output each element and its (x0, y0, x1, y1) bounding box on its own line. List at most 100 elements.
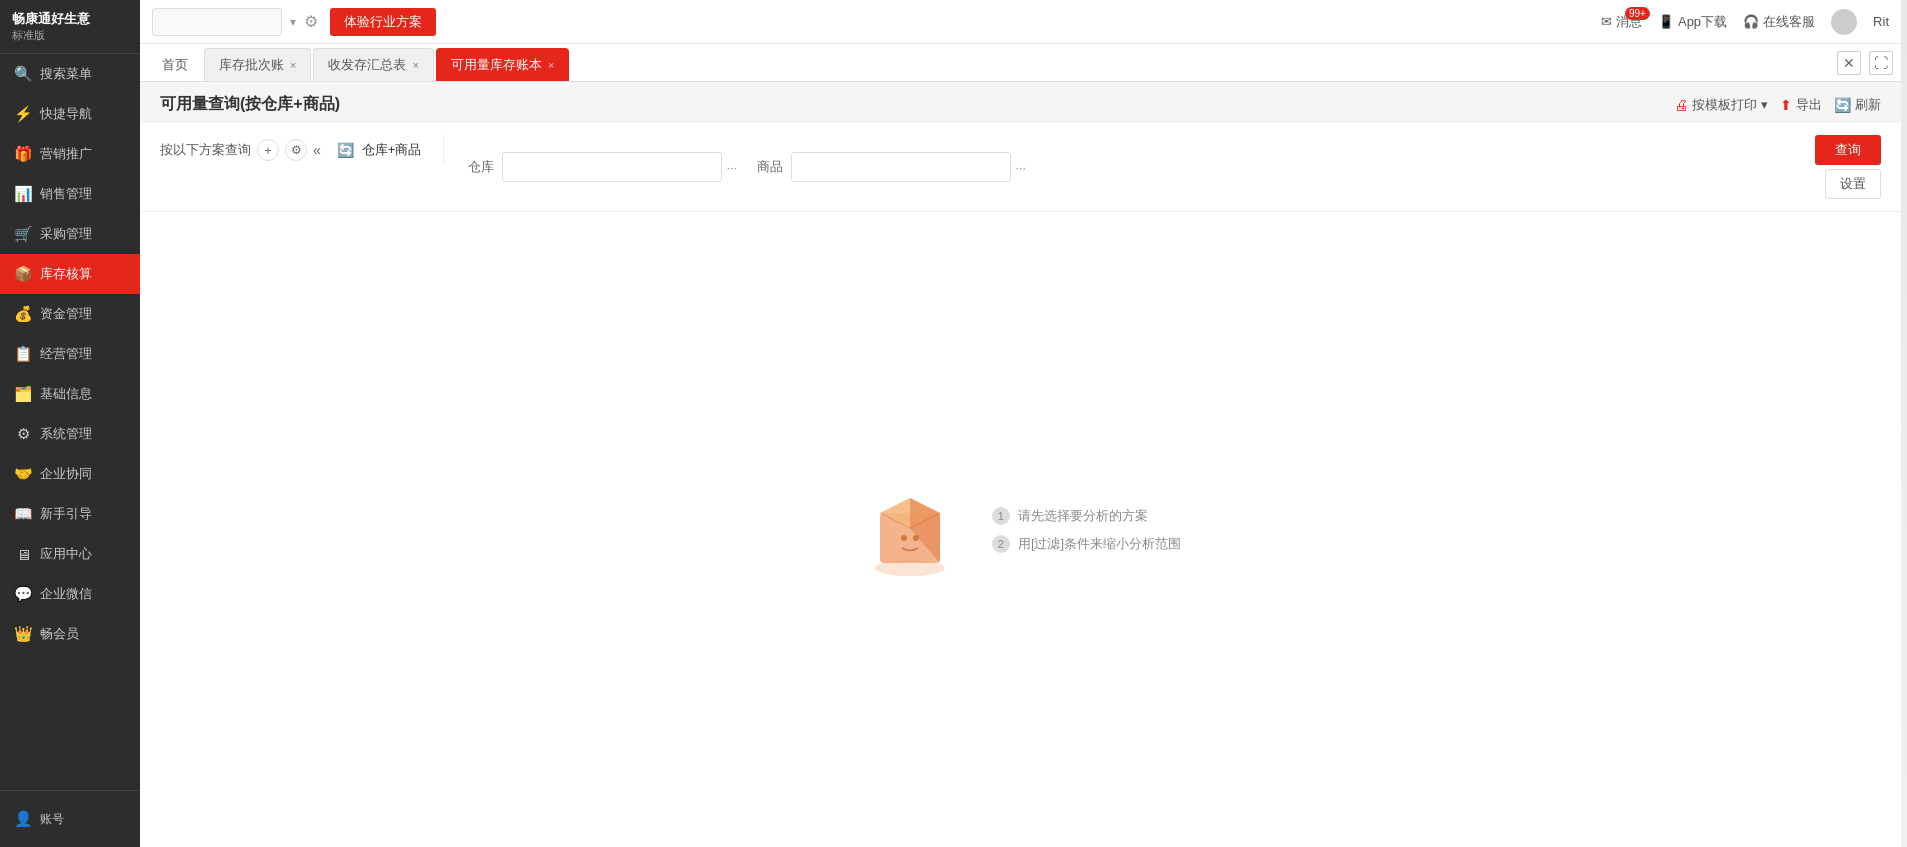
sidebar-item-14[interactable]: 👑畅会员 (0, 614, 140, 654)
sidebar-label-10: 企业协同 (40, 465, 92, 483)
filter-option-warehouse-goods[interactable]: 🔄 仓库+商品 (327, 135, 432, 165)
filter-option-icon: 🔄 (337, 142, 354, 158)
print-icon: 🖨 (1674, 97, 1688, 113)
tab-inventory-batch[interactable]: 库存批次账 × (204, 48, 311, 81)
right-scrollbar[interactable] (1901, 0, 1907, 847)
filter-collapse-button[interactable]: « (313, 142, 321, 158)
filter-right-panel: 仓库 ··· 商品 ··· 查询 设置 (460, 135, 1881, 199)
goods-label: 商品 (757, 158, 783, 176)
print-action[interactable]: 🖨 按模板打印 ▾ (1674, 96, 1768, 114)
refresh-label: 刷新 (1855, 96, 1881, 114)
sidebar-item-1[interactable]: ⚡快捷导航 (0, 94, 140, 134)
empty-illustration (860, 473, 960, 586)
filter-actions: + ⚙ « (257, 135, 321, 161)
headset-icon: 🎧 (1743, 14, 1759, 29)
sidebar-icon-0: 🔍 (14, 65, 32, 83)
print-chevron: ▾ (1761, 97, 1768, 112)
sidebar-label-0: 搜索菜单 (40, 65, 92, 83)
warehouse-input[interactable] (502, 152, 722, 182)
export-label: 导出 (1796, 96, 1822, 114)
sidebar-item-6[interactable]: 💰资金管理 (0, 294, 140, 334)
sidebar-label-3: 销售管理 (40, 185, 92, 203)
sidebar-item-10[interactable]: 🤝企业协同 (0, 454, 140, 494)
sidebar-item-5[interactable]: 📦库存核算 (0, 254, 140, 294)
filter-label: 按以下方案查询 (160, 135, 251, 159)
tabbar-actions: ✕ ⛶ (1837, 51, 1893, 81)
sidebar-label-13: 企业微信 (40, 585, 92, 603)
message-badge: 99+ (1625, 7, 1650, 20)
filter-add-button[interactable]: + (257, 139, 279, 161)
close-window-button[interactable]: ✕ (1837, 51, 1861, 75)
sidebar-icon-11: 📖 (14, 505, 32, 523)
message-item[interactable]: ✉ 消息 99+ (1601, 13, 1642, 31)
filter-right-actions: 查询 设置 (1815, 135, 1881, 199)
message-icon: ✉ (1601, 14, 1612, 29)
goods-input[interactable] (791, 152, 1011, 182)
gear-icon[interactable]: ⚙ (304, 12, 318, 31)
sidebar-item-7[interactable]: 📋经营管理 (0, 334, 140, 374)
sidebar-item-3[interactable]: 📊销售管理 (0, 174, 140, 214)
avatar[interactable] (1831, 9, 1857, 35)
sidebar-icon-4: 🛒 (14, 225, 32, 243)
tab-available-stock[interactable]: 可用量库存账本 × (436, 48, 569, 81)
user-name[interactable]: Rit (1873, 14, 1889, 29)
sidebar-bottom-label: 账号 (40, 811, 64, 828)
filter-options: 🔄 仓库+商品 (327, 135, 432, 165)
sidebar-item-9[interactable]: ⚙ 系统管理 (0, 414, 140, 454)
empty-step2: 2 用[过滤]条件来缩小分析范围 (992, 535, 1181, 553)
sidebar-icon-12: 🖥 (14, 546, 32, 563)
refresh-icon: 🔄 (1834, 97, 1851, 113)
filter-option-text: 仓库+商品 (362, 141, 422, 159)
tab-inventory-batch-close[interactable]: × (290, 59, 296, 71)
warehouse-label: 仓库 (468, 158, 494, 176)
sidebar-item-12[interactable]: 🖥应用中心 (0, 534, 140, 574)
chevron-down-icon[interactable]: ▾ (290, 15, 296, 29)
refresh-action[interactable]: 🔄 刷新 (1834, 96, 1881, 114)
sidebar-bottom: 👤 账号 (0, 790, 140, 847)
sidebar-icon-9: ⚙ (14, 425, 32, 443)
sidebar-item-4[interactable]: 🛒采购管理 (0, 214, 140, 254)
sidebar-icon-2: 🎁 (14, 145, 32, 163)
tab-available-stock-close[interactable]: × (548, 59, 554, 71)
sidebar-item-8[interactable]: 🗂️基础信息 (0, 374, 140, 414)
app-download-item[interactable]: 📱 App下载 (1658, 13, 1727, 31)
sidebar-nav: 🔍 搜索菜单 ⚡快捷导航 🎁 营销推广 📊销售管理🛒采购管理📦库存核算💰资金管理📋经营管理… (0, 54, 140, 790)
expand-window-button[interactable]: ⛶ (1869, 51, 1893, 75)
step-num-2: 2 (992, 535, 1010, 553)
sidebar-label-8: 基础信息 (40, 385, 92, 403)
tab-home-label: 首页 (162, 56, 188, 74)
empty-step2-text: 用[过滤]条件来缩小分析范围 (1018, 535, 1181, 553)
filter-settings-button[interactable]: ⚙ (285, 139, 307, 161)
goods-field: 商品 ··· (757, 152, 1026, 182)
sidebar-item-11[interactable]: 📖新手引导 (0, 494, 140, 534)
sidebar-label-9: 系统管理 (40, 425, 92, 443)
app-name: 畅康通好生意 (12, 10, 128, 28)
sidebar-item-0[interactable]: 🔍 搜索菜单 (0, 54, 140, 94)
svg-point-7 (913, 535, 919, 541)
filter-fields: 仓库 ··· 商品 ··· (468, 152, 1799, 182)
sidebar-label-2: 营销推广 (40, 145, 92, 163)
settings-button[interactable]: 设置 (1825, 169, 1881, 199)
search-input[interactable] (152, 8, 282, 36)
sidebar-label-7: 经营管理 (40, 345, 92, 363)
warehouse-more-icon[interactable]: ··· (726, 160, 737, 175)
query-button[interactable]: 查询 (1815, 135, 1881, 165)
empty-state: 1 请先选择要分析的方案 2 用[过滤]条件来缩小分析范围 (140, 212, 1901, 847)
sidebar-icon-6: 💰 (14, 305, 32, 323)
sidebar-item-13[interactable]: 💬企业微信 (0, 574, 140, 614)
warehouse-field: 仓库 ··· (468, 152, 737, 182)
empty-step1-text: 请先选择要分析的方案 (1018, 507, 1148, 525)
app-download-label: App下载 (1678, 13, 1727, 31)
goods-more-icon[interactable]: ··· (1015, 160, 1026, 175)
filter-left-panel: 按以下方案查询 + ⚙ « 🔄 仓库+商品 (160, 135, 444, 165)
sidebar-item-2[interactable]: 🎁 营销推广 (0, 134, 140, 174)
export-action[interactable]: ⬆ 导出 (1780, 96, 1822, 114)
tab-home[interactable]: 首页 (148, 49, 202, 81)
topbar-right: ✉ 消息 99+ 📱 App下载 🎧 在线客服 Rit (1601, 9, 1889, 35)
tab-stock-summary[interactable]: 收发存汇总表 × (313, 48, 433, 81)
online-service-item[interactable]: 🎧 在线客服 (1743, 13, 1815, 31)
sidebar-bottom-user[interactable]: 👤 账号 (0, 799, 140, 839)
tab-stock-summary-close[interactable]: × (412, 59, 418, 71)
sidebar-label-1: 快捷导航 (40, 105, 92, 123)
industry-solution-button[interactable]: 体验行业方案 (330, 8, 436, 36)
